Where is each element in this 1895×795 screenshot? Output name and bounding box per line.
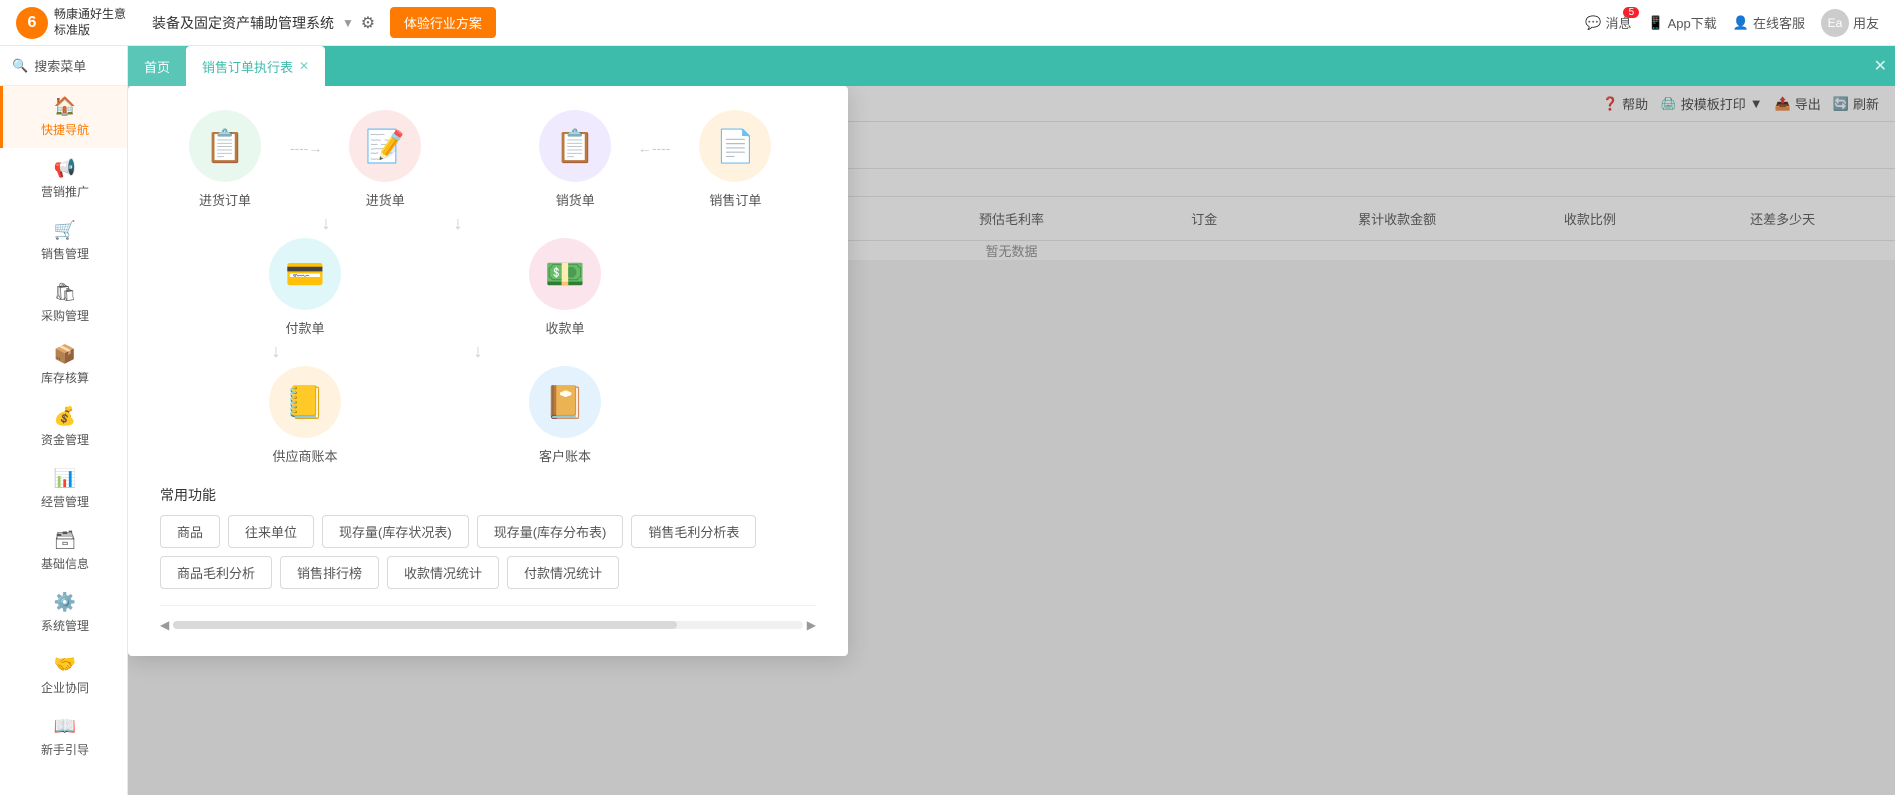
purchase-bill-icon: 📝 [349,110,421,182]
sales-bill-icon: 📋 [539,110,611,182]
sidebar-item-guide[interactable]: 📖 新手引导 [0,706,127,768]
flow-node-supplier-ledger: 📒 供应商账本 [240,366,370,465]
arrow-down-1: ↓ [322,209,331,238]
tab-home[interactable]: 首页 [128,46,186,86]
flow-node-purchase-order: 📋 进货订单 [160,110,290,209]
payment-bill-icon: 💳 [269,238,341,310]
avatar: Ea [1821,9,1849,37]
common-buttons-container: 商品 往来单位 现存量(库存状况表) 现存量(库存分布表) 销售毛利分析表 商品… [160,515,816,589]
system-icon: ⚙️ [54,592,76,613]
marketing-icon: 📢 [54,158,76,179]
tab-close-icon[interactable]: ✕ [299,59,309,73]
scroll-track[interactable] [173,621,803,629]
logo-text: 畅康通好生意 标准版 [54,7,126,38]
logo-icon: 6 [16,7,48,39]
search-icon: 🔍 [12,58,28,74]
sales-order-icon: 📄 [699,110,771,182]
flow-node-customer-ledger: 📔 客户账本 [500,366,630,465]
flow-diagram: 📋 进货订单 - - - - → 📝 进货单 [160,110,816,465]
inventory-icon: 📦 [54,344,76,365]
supplier-ledger-icon: 📒 [269,366,341,438]
top-right-actions: 💬 消息 5 📱 App下载 👤 在线客服 Ea 用友 [1585,9,1879,37]
arrow-down-4: ↓ [474,337,483,366]
message-icon: 💬 [1585,15,1601,31]
customer-ledger-icon: 📔 [529,366,601,438]
cooperation-icon: 🤝 [54,654,76,675]
page-content: ❓ 帮助 🖨 按模板打印 ▼ 📤 导出 🔄 刷新 [128,86,1895,795]
message-badge: 5 [1623,7,1639,18]
common-btn-sales-margin[interactable]: 销售毛利分析表 [631,515,756,548]
sidebar-item-inventory[interactable]: 📦 库存核算 [0,334,127,396]
finance-icon: 💰 [54,406,76,427]
common-btn-sales-ranking[interactable]: 销售排行榜 [280,556,379,589]
arrow-down-2: ↓ [454,209,463,238]
tab-bar: 首页 销售订单执行表 ✕ ✕ [128,46,1895,86]
flow-dialog: 📋 进货订单 - - - - → 📝 进货单 [128,86,848,656]
flow-node-payment-bill: 💳 付款单 [240,238,370,337]
sidebar-item-system[interactable]: ⚙️ 系统管理 [0,582,127,644]
search-menu-button[interactable]: 🔍 搜索菜单 [0,46,127,86]
purchase-icon: 🛍 [54,282,77,303]
arrow-h-2: - - - - → [640,140,670,180]
flow-node-sales-bill: 📋 销货单 [510,110,640,209]
dialog-overlay: 📋 进货订单 - - - - → 📝 进货单 [128,86,1895,795]
sidebar-item-finance[interactable]: 💰 资金管理 [0,396,127,458]
basic-icon: 🗃 [54,530,77,551]
sidebar-item-basic[interactable]: 🗃 基础信息 [0,520,127,582]
message-button[interactable]: 💬 消息 5 [1585,13,1631,32]
scroll-left-icon[interactable]: ◀ [160,618,169,632]
service-icon: 👤 [1733,15,1749,31]
close-all-tabs-button[interactable]: ✕ [1874,56,1887,76]
common-btn-receipt-stats[interactable]: 收款情况统计 [387,556,499,589]
guide-icon: 📖 [54,716,76,737]
purchase-order-icon: 📋 [189,110,261,182]
scroll-area: ◀ ▶ [160,605,816,632]
common-btn-stock-status[interactable]: 现存量(库存状况表) [322,515,469,548]
sidebar-item-marketing[interactable]: 📢 营销推广 [0,148,127,210]
tab-sales-order-exec[interactable]: 销售订单执行表 ✕ [186,46,325,86]
operation-icon: 📊 [54,468,76,489]
common-functions-title: 常用功能 [160,485,816,505]
scroll-thumb [173,621,677,629]
app-download-button[interactable]: 📱 App下载 [1647,13,1716,32]
dropdown-arrow-icon[interactable]: ▼ [342,16,354,30]
user-menu-button[interactable]: Ea 用友 [1821,9,1879,37]
sidebar-item-purchase[interactable]: 🛍 采购管理 [0,272,127,334]
common-functions-section: 常用功能 商品 往来单位 现存量(库存状况表) 现存量(库存分布表) 销售毛利分… [160,485,816,589]
common-btn-product-margin[interactable]: 商品毛利分析 [160,556,272,589]
common-btn-payment-stats[interactable]: 付款情况统计 [507,556,619,589]
settings-button[interactable]: ⚙ [354,9,382,37]
online-service-button[interactable]: 👤 在线客服 [1733,13,1805,32]
sidebar-item-operation[interactable]: 📊 经营管理 [0,458,127,520]
system-title: 装备及固定资产辅助管理系统 ▼ [152,13,354,33]
common-btn-party[interactable]: 往来单位 [228,515,314,548]
arrow-down-3: ↓ [272,337,281,366]
try-industry-button[interactable]: 体验行业方案 [390,7,496,38]
common-btn-product[interactable]: 商品 [160,515,220,548]
sales-icon: 🛒 [54,220,76,241]
flow-node-receipt-bill: 💵 收款单 [500,238,630,337]
logo-area: 6 畅康通好生意 标准版 [16,7,136,39]
arrow-h-1: - - - - → [290,140,320,180]
sidebar-item-quick-nav[interactable]: 🏠 快捷导航 [0,86,127,148]
flow-node-sales-order: 📄 销售订单 [670,110,800,209]
sidebar: 🔍 搜索菜单 🏠 快捷导航 📢 营销推广 🛒 销售管理 🛍 采购管理 📦 [0,46,128,795]
sidebar-item-cooperation[interactable]: 🤝 企业协同 [0,644,127,706]
receipt-bill-icon: 💵 [529,238,601,310]
scroll-right-icon[interactable]: ▶ [807,618,816,632]
download-icon: 📱 [1647,15,1663,31]
sidebar-item-sales[interactable]: 🛒 销售管理 [0,210,127,272]
common-btn-stock-dist[interactable]: 现存量(库存分布表) [477,515,624,548]
flow-node-purchase-bill: 📝 进货单 [320,110,450,209]
home-icon: 🏠 [54,96,76,117]
